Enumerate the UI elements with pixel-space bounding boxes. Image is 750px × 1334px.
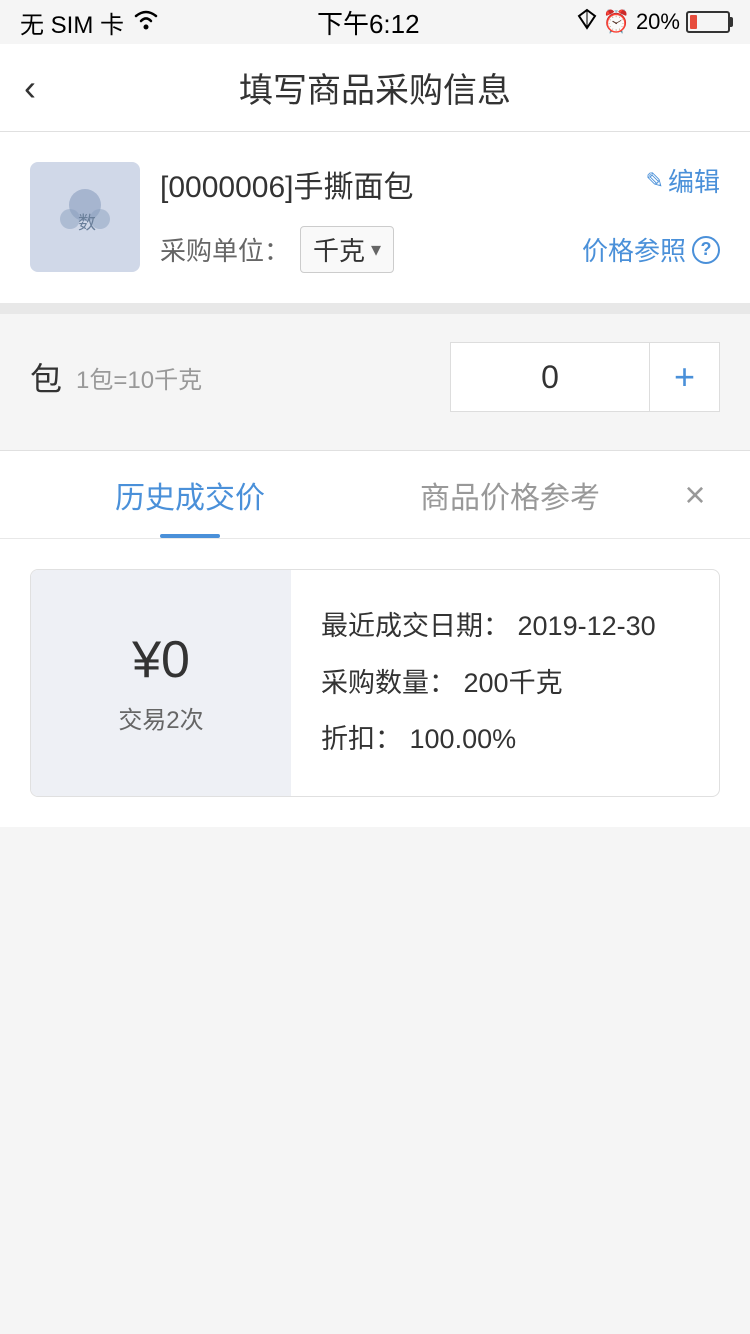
product-name: [0000006]手撕面包: [160, 162, 413, 206]
qty-unit: 包: [30, 354, 62, 400]
sim-text: 无 SIM 卡: [20, 5, 124, 40]
tab-price-ref-label: 商品价格参考: [420, 473, 600, 517]
battery-icon: [686, 11, 730, 33]
wifi-icon: [132, 8, 160, 37]
back-button[interactable]: ‹: [24, 67, 36, 109]
product-card: 数 [0000006]手撕面包 ✎ 编辑 采购单位： 千克 ▾: [0, 132, 750, 303]
quantity-input[interactable]: 0: [450, 342, 650, 412]
page-title: 填写商品采购信息: [239, 63, 511, 112]
edit-button[interactable]: ✎ 编辑: [646, 162, 720, 199]
location-icon: [577, 8, 597, 36]
discount-label: 折扣：: [321, 724, 402, 754]
price-panel: 历史成交价 商品价格参考 × ¥0 交易2次 最近成交日期： 2019-12-3…: [0, 450, 750, 827]
purchase-qty-value: 200千克: [464, 668, 563, 698]
status-right: ⏰ 20%: [577, 8, 730, 36]
tab-history-label: 历史成交价: [115, 473, 265, 517]
qty-plus-button[interactable]: +: [650, 342, 720, 412]
purchase-qty-label: 采购数量：: [321, 668, 456, 698]
qty-labels: 包 1包=10千克: [30, 354, 202, 400]
edit-icon: ✎: [646, 168, 664, 194]
panel-close-button[interactable]: ×: [670, 470, 720, 520]
alarm-icon: ⏰: [603, 9, 630, 35]
tabs-row: 历史成交价 商品价格参考 ×: [0, 451, 750, 539]
product-info: [0000006]手撕面包 ✎ 编辑 采购单位： 千克 ▾ 价格参照: [160, 162, 720, 273]
recent-date-label: 最近成交日期：: [321, 611, 510, 641]
purchase-qty-row: 采购数量： 200千克: [321, 663, 689, 704]
tab-underline: [160, 534, 220, 538]
qty-controls: 0 +: [450, 342, 720, 412]
price-ref-label: 价格参照: [582, 231, 686, 268]
unit-label: 采购单位：: [160, 231, 290, 268]
product-logo-icon: 数: [50, 177, 120, 257]
unit-select[interactable]: 千克 ▾: [300, 226, 394, 273]
price-card: ¥0 交易2次 最近成交日期： 2019-12-30 采购数量： 200千克 折…: [30, 569, 720, 797]
divider: [0, 303, 750, 313]
tab-price-reference[interactable]: 商品价格参考: [350, 451, 670, 538]
status-left: 无 SIM 卡: [20, 5, 160, 40]
svg-text:数: 数: [78, 213, 96, 233]
recent-date-value: 2019-12-30: [518, 611, 656, 641]
quantity-row: 包 1包=10千克 0 +: [0, 313, 750, 440]
help-icon: ?: [692, 236, 720, 264]
page: 无 SIM 卡 下午6:12 ⏰ 20%: [0, 0, 750, 1334]
price-summary: ¥0 交易2次: [31, 570, 291, 796]
price-content: ¥0 交易2次 最近成交日期： 2019-12-30 采购数量： 200千克 折…: [0, 539, 750, 827]
edit-label: 编辑: [668, 162, 720, 199]
recent-date-row: 最近成交日期： 2019-12-30: [321, 606, 689, 647]
discount-row: 折扣： 100.00%: [321, 719, 689, 760]
price-amount: ¥0: [132, 630, 190, 690]
product-thumbnail: 数: [30, 162, 140, 272]
discount-value: 100.00%: [410, 724, 517, 754]
price-ref-button[interactable]: 价格参照 ?: [582, 231, 720, 268]
trade-count: 交易2次: [118, 700, 203, 735]
dropdown-arrow-icon: ▾: [371, 237, 381, 262]
nav-bar: ‹ 填写商品采购信息: [0, 44, 750, 132]
unit-value: 千克: [313, 231, 365, 268]
unit-section: 采购单位： 千克 ▾: [160, 226, 394, 273]
qty-conversion: 1包=10千克: [76, 360, 202, 395]
tab-history-price[interactable]: 历史成交价: [30, 451, 350, 538]
product-header: [0000006]手撕面包 ✎ 编辑: [160, 162, 720, 206]
status-time: 下午6:12: [317, 4, 420, 41]
status-bar: 无 SIM 卡 下午6:12 ⏰ 20%: [0, 0, 750, 44]
price-details: 最近成交日期： 2019-12-30 采购数量： 200千克 折扣： 100.0…: [291, 570, 719, 796]
product-unit-row: 采购单位： 千克 ▾ 价格参照 ?: [160, 226, 720, 273]
battery-percent: 20%: [636, 9, 680, 35]
